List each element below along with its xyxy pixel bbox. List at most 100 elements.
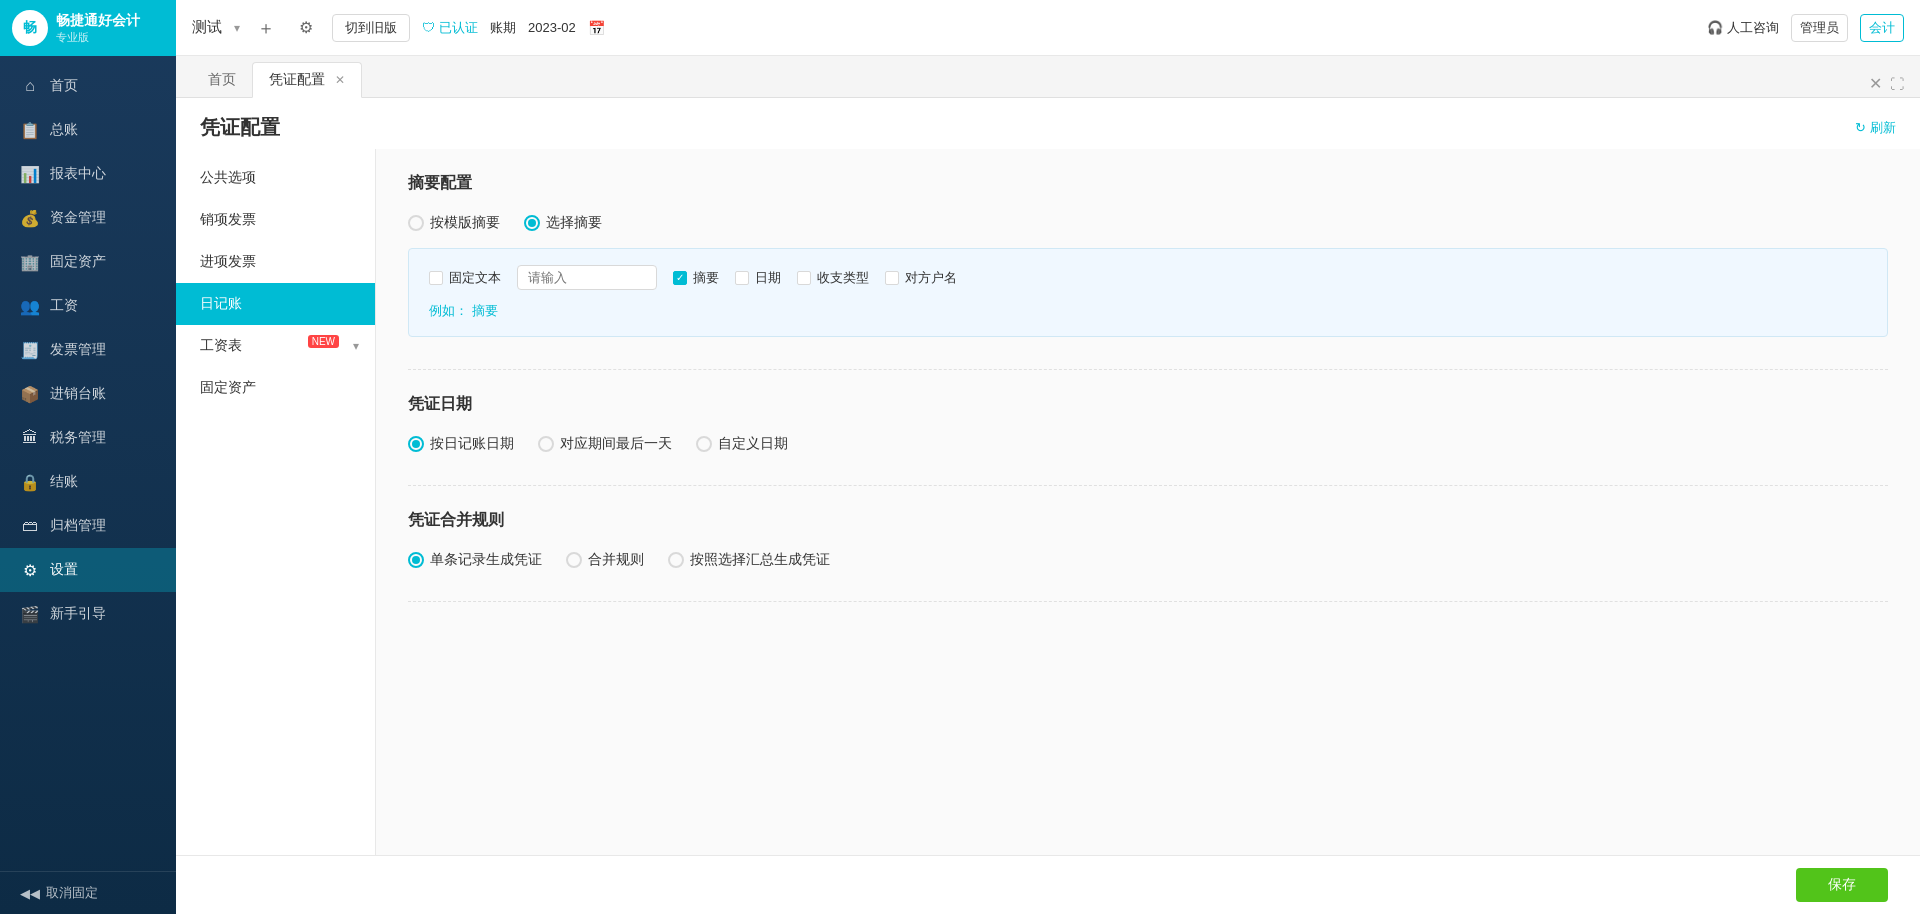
expand-icon[interactable]: ⛶ [1890, 76, 1904, 92]
guide-icon: 🎬 [20, 604, 40, 624]
archive-icon: 🗃 [20, 516, 40, 536]
pin-icon: ◀◀ [20, 886, 40, 901]
radio-by-selection[interactable]: 按照选择汇总生成凭证 [668, 551, 830, 569]
sidebar-item-tax[interactable]: 🏛 税务管理 [0, 416, 176, 460]
switch-old-version-button[interactable]: 切到旧版 [332, 14, 410, 42]
sidebar-item-archive[interactable]: 🗃 归档管理 [0, 504, 176, 548]
tabbar: 首页 凭证配置 ✕ ✕ ⛶ [176, 56, 1920, 98]
sidebar-item-funds[interactable]: 💰 资金管理 [0, 196, 176, 240]
radio-template-summary[interactable]: 按模版摘要 [408, 214, 500, 232]
pay-type-checkbox-box [797, 271, 811, 285]
home-icon: ⌂ [20, 76, 40, 96]
voucher-date-section: 凭证日期 按日记账日期 对应期间最后一天 自定义日期 [408, 394, 1888, 453]
left-nav-fixed-assets-sub[interactable]: 固定资产 [176, 367, 375, 409]
settings-icon[interactable]: ⚙ [292, 14, 320, 42]
counterpart-checkbox[interactable]: 对方户名 [885, 269, 957, 287]
save-bar: 保存 [176, 855, 1920, 914]
radio-single-record-circle [408, 552, 424, 568]
summary-box-row: 固定文本 摘要 日期 [429, 265, 1867, 290]
radio-period-last-day-circle [538, 436, 554, 452]
sidebar: 畅 畅捷通好会计 专业版 ⌂ 首页 📋 总账 📊 报表中心 💰 资金管理 🏢 固… [0, 0, 176, 914]
radio-custom-date[interactable]: 自定义日期 [696, 435, 788, 453]
add-icon[interactable]: ＋ [252, 14, 280, 42]
settings-icon: ⚙ [20, 560, 40, 580]
summary-title: 摘要配置 [408, 173, 1888, 194]
summary-radio-group: 按模版摘要 选择摘要 [408, 214, 1888, 232]
radio-by-selection-circle [668, 552, 684, 568]
tab-home[interactable]: 首页 [192, 63, 252, 97]
left-nav-public[interactable]: 公共选项 [176, 157, 375, 199]
topbar: 测试 ▾ ＋ ⚙ 切到旧版 🛡 已认证 账期 2023-02 📅 🎧 人工咨询 … [176, 0, 1920, 56]
radio-period-last-day[interactable]: 对应期间最后一天 [538, 435, 672, 453]
consult-btn[interactable]: 🎧 人工咨询 [1707, 19, 1779, 37]
sidebar-item-close[interactable]: 🔒 结账 [0, 460, 176, 504]
sidebar-item-report[interactable]: 📊 报表中心 [0, 152, 176, 196]
sidebar-item-fixed-assets[interactable]: 🏢 固定资产 [0, 240, 176, 284]
logo-text: 畅捷通好会计 [56, 11, 140, 29]
period-label: 账期 [490, 19, 516, 37]
refresh-icon: ↻ [1855, 120, 1866, 135]
new-badge: NEW [308, 335, 339, 348]
date-checkbox[interactable]: 日期 [735, 269, 781, 287]
close-panel-icon[interactable]: ✕ [1869, 74, 1882, 93]
date-checkbox-box [735, 271, 749, 285]
certified-status: 🛡 已认证 [422, 19, 478, 37]
radio-select-summary[interactable]: 选择摘要 [524, 214, 602, 232]
sidebar-item-settings[interactable]: ⚙ 设置 [0, 548, 176, 592]
voucher-merge-radio-group: 单条记录生成凭证 合并规则 按照选择汇总生成凭证 [408, 551, 1888, 569]
content-body: 公共选项销项发票进项发票日记账工资表NEW▾固定资产 摘要配置 按模版摘要 选择… [176, 149, 1920, 855]
fixed-text-checkbox[interactable]: 固定文本 [429, 269, 501, 287]
project-name: 测试 [192, 18, 222, 37]
close-icon: 🔒 [20, 472, 40, 492]
sidebar-item-salary[interactable]: 👥 工资 [0, 284, 176, 328]
right-panel: 摘要配置 按模版摘要 选择摘要 [376, 149, 1920, 855]
radio-merge-rule-circle [566, 552, 582, 568]
left-nav-purchase-invoice[interactable]: 进项发票 [176, 241, 375, 283]
summary-section: 摘要配置 按模版摘要 选择摘要 [408, 173, 1888, 337]
ledger-icon: 📋 [20, 120, 40, 140]
radio-journal-date-circle [408, 436, 424, 452]
sidebar-item-invoice[interactable]: 🧾 发票管理 [0, 328, 176, 372]
save-button[interactable]: 保存 [1796, 868, 1888, 902]
left-nav-sales-invoice[interactable]: 销项发票 [176, 199, 375, 241]
left-nav-journal[interactable]: 日记账 [176, 283, 375, 325]
logo-icon: 畅 [12, 10, 48, 46]
calendar-icon[interactable]: 📅 [588, 20, 605, 36]
project-dropdown-icon[interactable]: ▾ [234, 21, 240, 35]
radio-single-record[interactable]: 单条记录生成凭证 [408, 551, 542, 569]
role-btn[interactable]: 会计 [1860, 14, 1904, 42]
tab-close-icon[interactable]: ✕ [335, 73, 345, 87]
purchase-sale-icon: 📦 [20, 384, 40, 404]
report-icon: 📊 [20, 164, 40, 184]
left-nav-payroll-table[interactable]: 工资表NEW▾ [176, 325, 375, 367]
content-area: 凭证配置 ↻ 刷新 公共选项销项发票进项发票日记账工资表NEW▾固定资产 摘要配… [176, 98, 1920, 914]
voucher-merge-title: 凭证合并规则 [408, 510, 1888, 531]
sidebar-item-ledger[interactable]: 📋 总账 [0, 108, 176, 152]
summary-checkbox[interactable]: 摘要 [673, 269, 719, 287]
tab-voucher-config[interactable]: 凭证配置 ✕ [252, 62, 362, 98]
example-text: 例如： 摘要 [429, 302, 1867, 320]
page-title: 凭证配置 [200, 114, 280, 141]
period-value: 2023-02 [528, 20, 576, 35]
left-nav: 公共选项销项发票进项发票日记账工资表NEW▾固定资产 [176, 149, 376, 855]
voucher-date-title: 凭证日期 [408, 394, 1888, 415]
radio-merge-rule[interactable]: 合并规则 [566, 551, 644, 569]
pay-type-checkbox[interactable]: 收支类型 [797, 269, 869, 287]
headset-icon: 🎧 [1707, 20, 1723, 35]
radio-template-circle [408, 215, 424, 231]
fixed-text-input[interactable] [517, 265, 657, 290]
salary-icon: 👥 [20, 296, 40, 316]
radio-custom-date-circle [696, 436, 712, 452]
tax-icon: 🏛 [20, 428, 40, 448]
fixed-assets-icon: 🏢 [20, 252, 40, 272]
sidebar-item-purchase-sale[interactable]: 📦 进销台账 [0, 372, 176, 416]
sidebar-item-guide[interactable]: 🎬 新手引导 [0, 592, 176, 636]
cancel-fixed-btn[interactable]: ◀◀ 取消固定 [0, 871, 176, 914]
main-area: 测试 ▾ ＋ ⚙ 切到旧版 🛡 已认证 账期 2023-02 📅 🎧 人工咨询 … [176, 0, 1920, 914]
user-btn[interactable]: 管理员 [1791, 14, 1848, 42]
refresh-btn[interactable]: ↻ 刷新 [1855, 119, 1896, 137]
shield-icon: 🛡 [422, 20, 435, 35]
sidebar-item-home[interactable]: ⌂ 首页 [0, 64, 176, 108]
radio-journal-date[interactable]: 按日记账日期 [408, 435, 514, 453]
content-header: 凭证配置 ↻ 刷新 [176, 98, 1920, 149]
